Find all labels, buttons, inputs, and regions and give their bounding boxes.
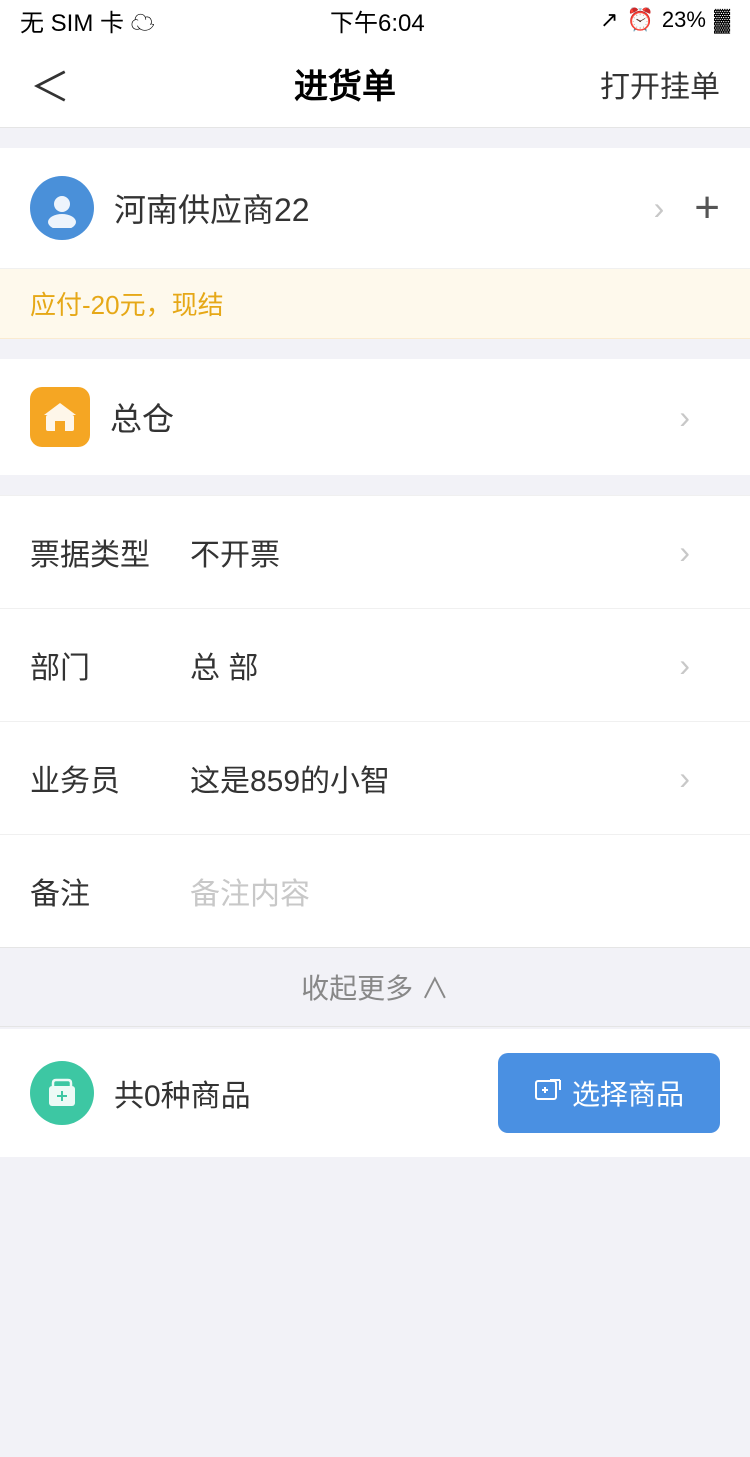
- salesperson-value: 这是859的小智: [190, 756, 679, 800]
- warehouse-name: 总仓: [110, 394, 679, 440]
- invoice-type-value: 不开票: [190, 530, 679, 574]
- remark-row[interactable]: 备注 备注内容: [0, 834, 750, 947]
- form-section: 票据类型 不开票 › 部门 总 部 › 业务员 这是859的小智 › 备注 备注…: [0, 495, 750, 947]
- salesperson-label: 业务员: [30, 756, 190, 800]
- status-right: ↗ ⏰ 23% ▓: [600, 7, 730, 33]
- alarm-icon: ⏰: [626, 7, 653, 33]
- location-icon: ↗: [600, 7, 618, 33]
- select-product-icon: [534, 1076, 562, 1111]
- department-value: 总 部: [190, 643, 679, 687]
- warehouse-section: 总仓 ›: [0, 359, 750, 475]
- battery-text: 23%: [662, 7, 706, 33]
- product-bar: 共0种商品 选择商品: [0, 1029, 750, 1157]
- collapse-bar[interactable]: 收起更多 ∧: [0, 947, 750, 1027]
- select-product-label: 选择商品: [572, 1073, 684, 1113]
- warehouse-chevron-icon: ›: [679, 399, 690, 436]
- supplier-name: 河南供应商22: [114, 185, 654, 231]
- supplier-section: 河南供应商22 › + 应付-20元，现结: [0, 148, 750, 339]
- bottom-area: [0, 1157, 750, 1457]
- section-gap-3: [0, 475, 750, 495]
- section-gap-1: [0, 128, 750, 148]
- department-chevron-icon: ›: [679, 647, 690, 684]
- select-product-button[interactable]: 选择商品: [498, 1053, 720, 1133]
- product-count-label: 共0种商品: [114, 1071, 498, 1115]
- section-gap-2: [0, 339, 750, 359]
- department-row[interactable]: 部门 总 部 ›: [0, 608, 750, 721]
- collapse-label: 收起更多 ∧: [301, 967, 449, 1007]
- status-bar: 无 SIM 卡 ☁ 下午6:04 ↗ ⏰ 23% ▓: [0, 0, 750, 40]
- warehouse-row[interactable]: 总仓 ›: [0, 359, 750, 475]
- add-supplier-button[interactable]: +: [694, 186, 720, 230]
- battery-icon: ▓: [714, 7, 730, 33]
- invoice-type-label: 票据类型: [30, 530, 190, 574]
- invoice-type-row[interactable]: 票据类型 不开票 ›: [0, 495, 750, 608]
- invoice-chevron-icon: ›: [679, 534, 690, 571]
- salesperson-row[interactable]: 业务员 这是859的小智 ›: [0, 721, 750, 834]
- chevron-right-icon: ›: [654, 190, 665, 227]
- product-icon: [30, 1061, 94, 1125]
- nav-bar: ＜ 进货单 打开挂单: [0, 40, 750, 128]
- back-button[interactable]: ＜: [30, 55, 90, 113]
- remark-label: 备注: [30, 869, 190, 913]
- warehouse-icon: [30, 387, 90, 447]
- supplier-avatar: [30, 176, 94, 240]
- supplier-row[interactable]: 河南供应商22 › +: [0, 148, 750, 269]
- status-time: 下午6:04: [330, 3, 425, 38]
- page-title: 进货单: [294, 59, 396, 108]
- department-label: 部门: [30, 643, 190, 687]
- salesperson-chevron-icon: ›: [679, 760, 690, 797]
- open-pending-button[interactable]: 打开挂单: [600, 62, 720, 106]
- status-left: 无 SIM 卡 ☁: [20, 3, 155, 38]
- signal-text: 无 SIM 卡 ☁: [20, 3, 155, 38]
- remark-placeholder[interactable]: 备注内容: [190, 869, 720, 913]
- notice-bar: 应付-20元，现结: [0, 269, 750, 339]
